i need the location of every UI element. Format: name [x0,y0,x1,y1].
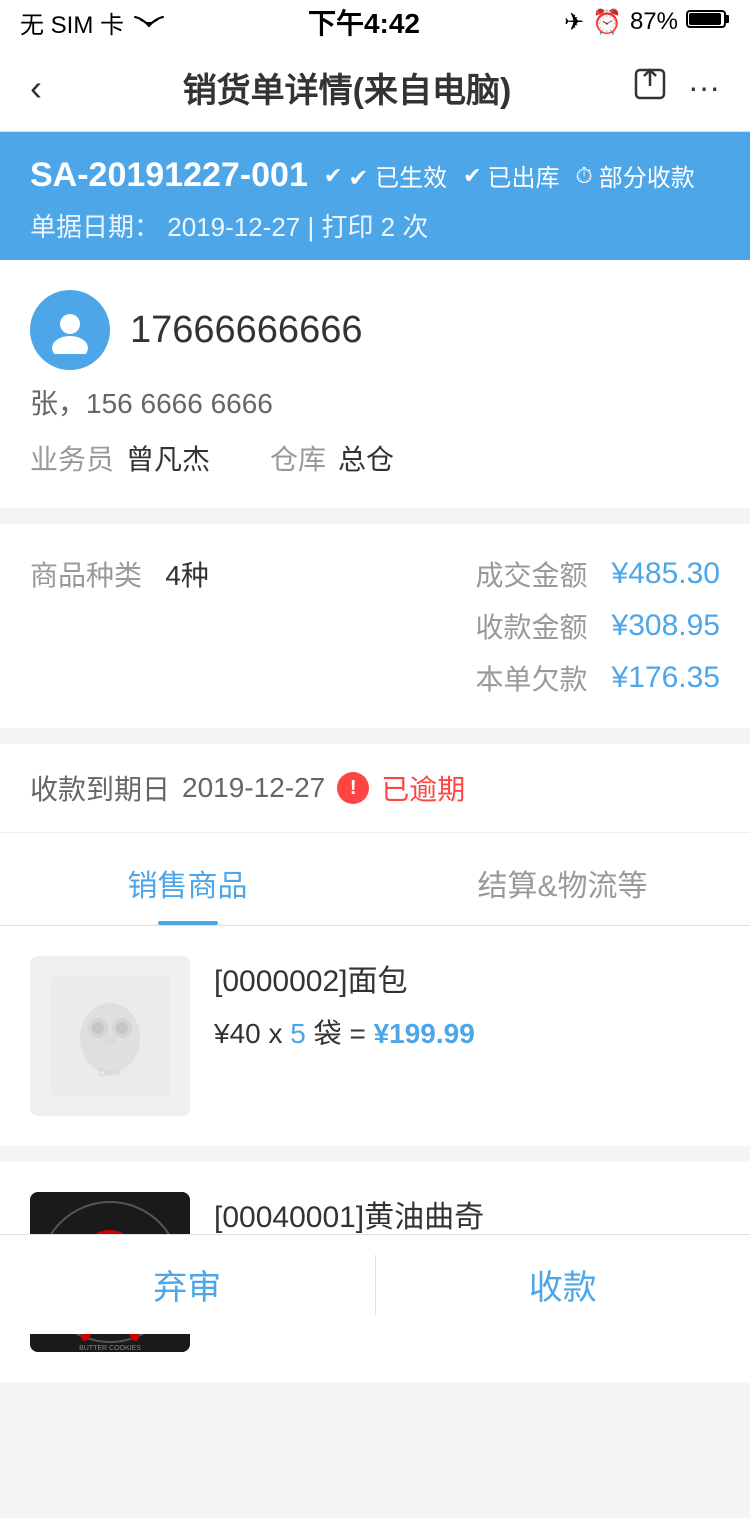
badge-partial-payment: ⏱ 部分收款 [576,158,695,193]
battery-level: 87% [630,8,678,36]
status-right: ✈ ⏰ 87% [564,8,730,37]
tabs-section: 销售商品 结算&物流等 [0,833,750,926]
product-image-bread: Owl+ [30,956,190,1116]
page-title: 销货单详情(来自电脑) [62,63,632,112]
collect-payment-button[interactable]: 收款 [376,1240,750,1329]
sim-status: 无 SIM 卡 [20,5,124,40]
debt-amount-row: 本单欠款 ¥176.35 [476,658,720,698]
more-icon[interactable]: ··· [688,69,720,106]
overdue-section: 收款到期日 2019-12-27 ! 已逾期 [0,744,750,833]
customer-section: 17666666666 张，156 6666 6666 业务员 曾凡杰 仓库 总… [0,260,750,508]
deal-amount-row: 成交金额 ¥485.30 [476,554,720,594]
back-button[interactable]: ‹ [30,67,42,109]
customer-row: 17666666666 [30,290,720,370]
product-price-bread: ¥40 x 5 袋 = ¥199.99 [214,1012,720,1052]
order-header: SA-20191227-001 ✔ ✔ 已生效 ✔ 已出库 ⏱ 部分收款 单据日… [0,132,750,260]
sales-person: 业务员 曾凡杰 [30,438,210,478]
product-name-bread: [0000002]面包 [214,956,720,1000]
wifi-icon [134,8,164,37]
customer-name: 张，156 6666 6666 [30,382,720,422]
svg-text:BUTTER COOKIES: BUTTER COOKIES [79,1345,141,1352]
product-type-summary: 商品种类 4种 [30,554,209,594]
battery-icon [686,8,730,37]
order-id: SA-20191227-001 [30,156,308,195]
tabs-row: 销售商品 结算&物流等 [0,833,750,926]
overdue-status: 已逾期 [381,768,465,808]
customer-meta: 业务员 曾凡杰 仓库 总仓 [30,438,720,478]
cancel-review-button[interactable]: 弃审 [0,1240,375,1329]
avatar [30,290,110,370]
overdue-warning-icon: ! [337,772,369,804]
bottom-toolbar: 弃审 收款 [0,1234,750,1334]
status-time: 下午4:42 [308,2,420,42]
warehouse: 仓库 总仓 [270,438,394,478]
overdue-date: 2019-12-27 [182,772,325,804]
product-info-bread: [0000002]面包 ¥40 x 5 袋 = ¥199.99 [214,956,720,1052]
product-item: Owl+ [0000002]面包 ¥40 x 5 袋 = ¥199.99 [0,926,750,1146]
overdue-label: 收款到期日 [30,768,170,808]
alarm-icon: ⏰ [592,8,622,37]
badge-shipped: ✔ 已出库 [463,158,559,193]
order-header-row1: SA-20191227-001 ✔ ✔ 已生效 ✔ 已出库 ⏱ 部分收款 [30,156,720,195]
clock-icon: ⏱ [576,163,593,189]
tab-sales-products[interactable]: 销售商品 [0,833,375,925]
order-date-row: 单据日期： 2019-12-27 | 打印 2 次 [30,207,720,244]
nav-bar: ‹ 销货单详情(来自电脑) ··· [0,44,750,132]
status-bar: 无 SIM 卡 下午4:42 ✈ ⏰ 87% [0,0,750,44]
received-amount-row: 收款金额 ¥308.95 [476,606,720,646]
nav-actions: ··· [632,66,720,110]
check-icon-2: ✔ [463,163,481,189]
check-icon-1: ✔ [324,163,342,189]
tab-settlement-logistics[interactable]: 结算&物流等 [375,833,750,925]
share-icon[interactable] [632,66,668,110]
location-icon: ✈ [564,8,584,37]
badge-activated: ✔ ✔ 已生效 [324,158,447,193]
summary-section: 商品种类 4种 成交金额 ¥485.30 收款金额 ¥308.95 本单欠款 ¥… [0,524,750,728]
amount-summary: 成交金额 ¥485.30 收款金额 ¥308.95 本单欠款 ¥176.35 [476,554,720,698]
svg-text:Owl+: Owl+ [98,1068,121,1079]
customer-phone: 17666666666 [130,309,362,352]
product-name-cookies: [00040001]黄油曲奇 [214,1192,720,1236]
status-left: 无 SIM 卡 [20,5,164,40]
